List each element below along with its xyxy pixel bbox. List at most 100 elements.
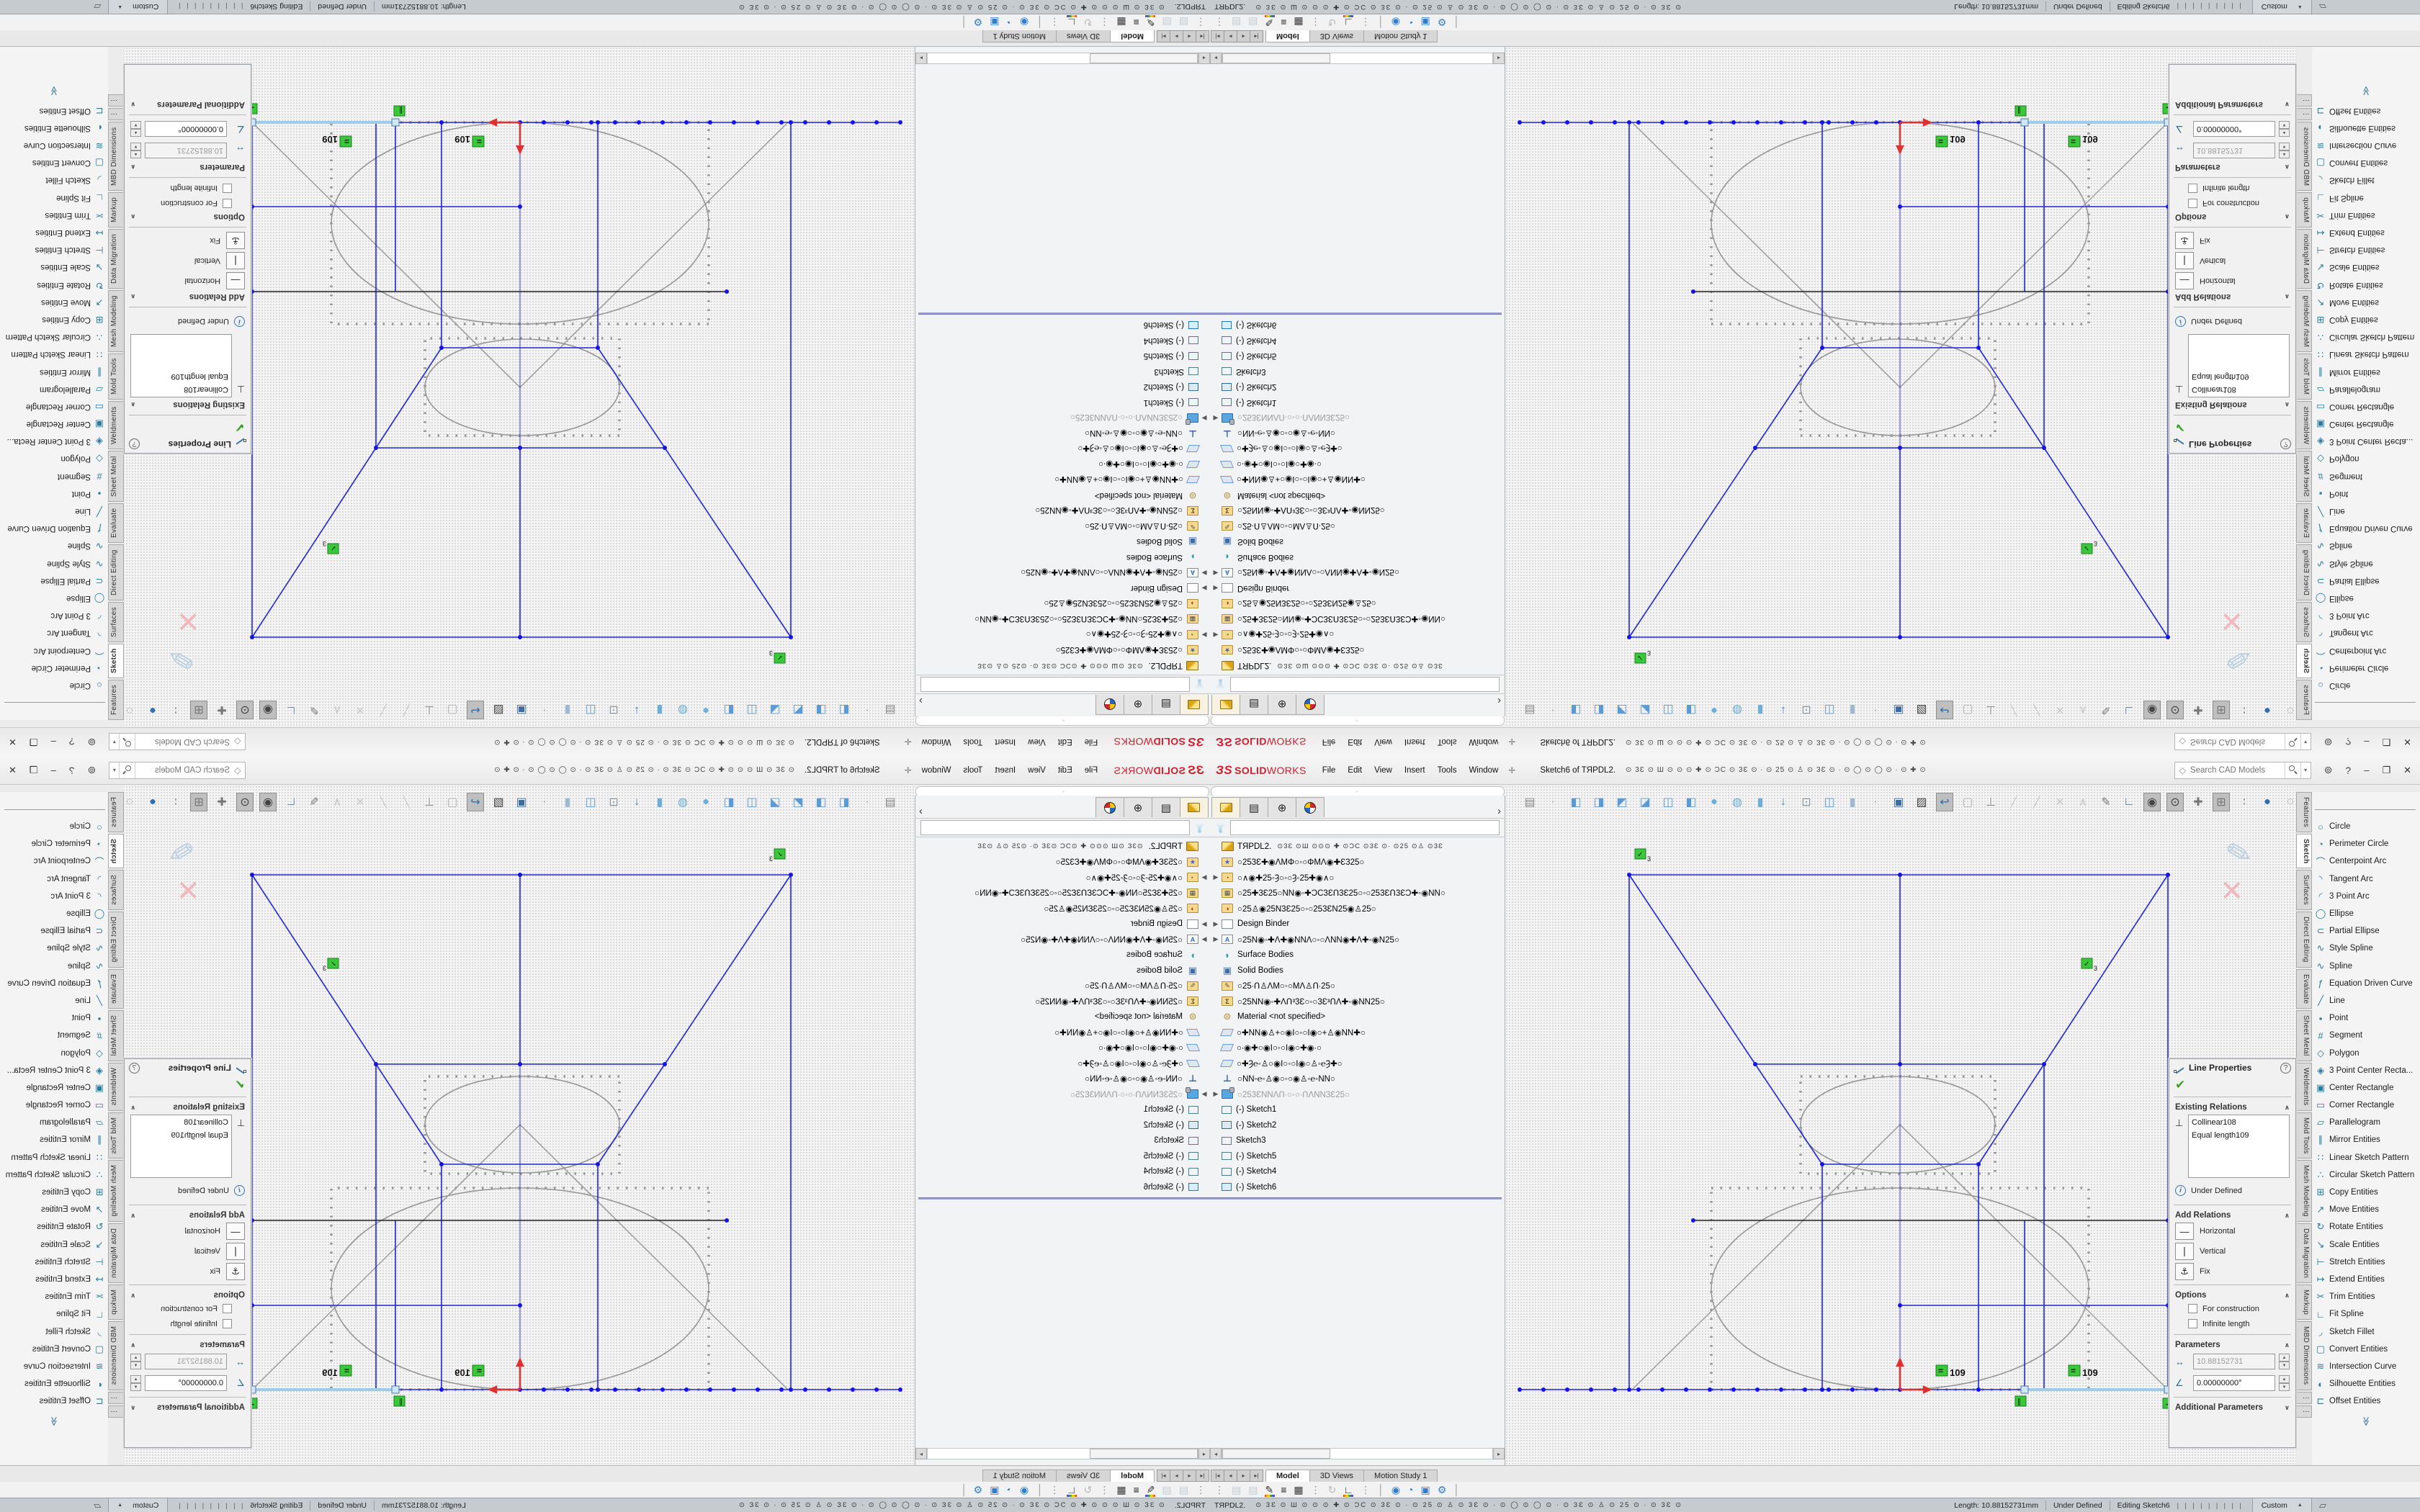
sketch-tool[interactable]: ∿ Spline <box>2312 958 2420 975</box>
tree-item[interactable]: Surface Bodies <box>916 549 1210 565</box>
sketch-points[interactable] <box>1518 873 2170 1392</box>
toolbar-icon[interactable]: ✕ <box>351 793 369 811</box>
sketch-tool[interactable]: ◈ 3 Point Center Recta... <box>2312 1062 2420 1079</box>
commandmanager-tab[interactable]: Mold Tools <box>108 1112 124 1159</box>
toolbar-icon[interactable]: ● <box>1706 701 1723 719</box>
toolbar-icon[interactable]: ∙ <box>859 793 876 811</box>
sketch-tool[interactable]: ◝ Tangent Arc <box>2312 624 2420 642</box>
toolbar-icon[interactable]: ◉ <box>2143 701 2161 719</box>
more-tools-chevron[interactable]: ≫ <box>2360 1367 2372 1475</box>
tree-item[interactable]: (-) Sketch5 <box>916 348 1210 364</box>
tab-featuremanager[interactable] <box>1180 797 1209 817</box>
toolbar-icon[interactable]: ⊥ <box>1982 701 1999 719</box>
toolbar-icon[interactable]: ╱ <box>375 793 392 811</box>
toolbar-icon[interactable]: ◫ <box>582 793 599 811</box>
line-endpoint-handle[interactable] <box>2021 1386 2028 1393</box>
section-additional-parameters[interactable]: Additional Parameters∨ <box>2169 1400 2295 1413</box>
toolbar-icon[interactable]: ◩ <box>789 793 807 811</box>
option-row[interactable]: For construction <box>125 196 251 211</box>
sketch-tool[interactable]: # Segment <box>0 468 108 485</box>
strip-icon[interactable]: ◉ <box>1392 1485 1400 1495</box>
toolbar-icon[interactable]: ✚ <box>2190 701 2207 719</box>
document-tab[interactable]: 3D Views <box>1309 30 1364 42</box>
tab-nav-button[interactable]: ▸| <box>1250 1470 1263 1482</box>
sketch-tool[interactable]: ◯ Ellipse <box>2312 905 2420 922</box>
toolbar-icon[interactable]: ∙ <box>859 701 876 719</box>
toolbar-icon[interactable]: ● <box>697 793 714 811</box>
add-relation-button[interactable]: — Horizontal <box>125 1221 251 1241</box>
tab-displaymanager[interactable] <box>1095 695 1124 715</box>
sketch-tool[interactable]: ∷ Linear Sketch Pattern <box>2312 346 2420 363</box>
relation-button-icon[interactable]: ⚓ <box>2175 232 2194 249</box>
strip-icon[interactable]: ▤ <box>1248 17 1258 27</box>
commandmanager-tab[interactable]: Mold Tools <box>108 354 124 400</box>
strip-icon[interactable]: ↻ <box>1328 17 1337 27</box>
search-input[interactable] <box>2189 765 2285 775</box>
tree-horizontal-scrollbar[interactable]: ◂ ▸ <box>1210 53 1505 64</box>
menu-item[interactable]: View <box>1028 738 1046 747</box>
units-dropdown-arrow[interactable]: ▲ <box>2298 1503 2303 1508</box>
commandmanager-tab[interactable]: Direct Editing <box>108 912 124 968</box>
restore-button[interactable]: ❐ <box>30 737 38 748</box>
splitter-handle[interactable]: ◦ <box>1062 717 1065 724</box>
sketch-tool[interactable]: ◜ 3 Point Arc <box>0 607 108 624</box>
more-tools-chevron[interactable]: ≫ <box>48 37 60 145</box>
close-button[interactable]: ✕ <box>2403 765 2411 776</box>
tree-item[interactable]: Surface Bodies <box>1210 948 1504 963</box>
tree-item[interactable]: ○25✚3Ɛ25○ΝΝ◉◦✚ƆϹ3ƐՈ3Ɛ25○◦○253ƐՈ3ƐϽ✚◦◉ΝΝ○ <box>1210 886 1504 901</box>
sketch-tool[interactable]: ▱ Parallelogram <box>0 381 108 398</box>
collapse-icon[interactable]: ∧ <box>2285 213 2290 221</box>
sketch-tool[interactable]: ∟ Fit Spline <box>2312 189 2420 207</box>
tag-icon[interactable]: ▱ <box>2319 1 2326 13</box>
commandmanager-tab[interactable]: Markup <box>2296 192 2312 228</box>
tree-item[interactable]: ○✚ΝΝ◉♙+○◉Ι○◦○Ι◉○+♙◉ΝΝ✚○ <box>1210 1025 1504 1040</box>
angle-field[interactable]: 0.00000000° <box>2193 121 2275 137</box>
tree-item[interactable]: ○25ΝΝ◉◦✚ɅՈ³3Ɛ○◦○3Ɛ³ՈɅ✚◦◉ΝΝ25○ <box>916 503 1210 519</box>
sketch-tool[interactable]: ▱ Parallelogram <box>2312 381 2420 398</box>
commandmanager-tab[interactable]: Evaluate <box>108 503 124 543</box>
scrollbar-thumb[interactable] <box>1090 1449 1198 1459</box>
commandmanager-tab[interactable]: Features <box>108 792 124 832</box>
strip-icon[interactable]: ⋮ <box>1361 17 1371 27</box>
toolbar-icon[interactable]: ↩ <box>467 793 484 811</box>
sketch-tool[interactable]: ◇ Polygon <box>2312 450 2420 467</box>
strip-icon[interactable]: ⋮ <box>1196 1485 1206 1495</box>
panel-help-icon[interactable]: ? <box>2280 1063 2291 1074</box>
sketch-tool[interactable]: ▱ Parallelogram <box>0 1114 108 1131</box>
sketch-tool[interactable]: ⊢ Stretch Entities <box>0 1254 108 1271</box>
sketch-tool[interactable]: ↦ Extend Entities <box>0 224 108 241</box>
tree-root[interactable]: TЯPDL2. ⊙3Ɛ ⊙Ш ⊙⊙⊙ ✚ ⊙ƆϹ ⊙3Ɛ ⊙∙ ⊙25 ⊙♙ ⊙… <box>916 658 1210 674</box>
tab-nav-button[interactable]: |◂ <box>1211 30 1224 42</box>
commandmanager-tab[interactable]: Weldments <box>108 1063 124 1111</box>
tab-nav-button[interactable]: ▸| <box>1250 30 1263 42</box>
toolbar-icon[interactable]: ◍ <box>674 701 691 719</box>
strip-icon[interactable]: ⋮ <box>1049 1485 1059 1495</box>
pin-icon[interactable]: ✛ <box>905 765 912 775</box>
tree-item[interactable]: (-) Sketch1 <box>916 1102 1210 1118</box>
angle-spinner[interactable]: ▲▼ <box>2279 1375 2290 1391</box>
sketch-tool[interactable]: ⊢ Stretch Entities <box>2312 1254 2420 1271</box>
menu-item[interactable]: Edit <box>1058 766 1072 775</box>
option-row[interactable]: For construction <box>125 1301 251 1316</box>
tree-filter-input[interactable] <box>1230 820 1500 835</box>
tab-nav-button[interactable]: ◂ <box>1183 1470 1196 1482</box>
tree-item[interactable]: ▶ ○∧◉✚25◦Ȝ○◦○Ȝ◦25✚◉∧○ <box>1210 627 1504 643</box>
document-tab[interactable]: Model <box>1265 1470 1310 1482</box>
menu-item[interactable]: Insert <box>995 738 1016 747</box>
sketch-tool[interactable]: ↻ Rotate Entities <box>0 1218 108 1236</box>
sketch-points[interactable] <box>1518 120 2170 639</box>
commandmanager-tab[interactable]: Features <box>2296 792 2312 832</box>
splitter-handle[interactable]: ◦ <box>1355 717 1358 724</box>
expand-icon[interactable]: ∨ <box>2285 101 2290 109</box>
tree-root[interactable]: TЯPDL2. ⊙3Ɛ ⊙Ш ⊙⊙⊙ ✚ ⊙ƆϹ ⊙3Ɛ ⊙∙ ⊙25 ⊙♙ ⊙… <box>1210 839 1504 855</box>
sketch-tool[interactable]: ↻ Rotate Entities <box>0 276 108 294</box>
tab-nav-button[interactable]: ◂ <box>1224 30 1237 42</box>
relation-badges[interactable]: ✓ 3 ✓ 3 = 109 = 109 ∥ ✓ 3 <box>241 849 785 1412</box>
sketch-tool[interactable]: ◝ Tangent Arc <box>0 870 108 888</box>
toolbar-icon[interactable]: ◨ <box>1590 793 1608 811</box>
toolbar-icon[interactable]: ◫ <box>1821 701 1838 719</box>
sketch-tool[interactable]: ∷ Linear Sketch Pattern <box>0 1149 108 1166</box>
tree-root[interactable]: TЯPDL2. ⊙3Ɛ ⊙Ш ⊙⊙⊙ ✚ ⊙ƆϹ ⊙3Ɛ ⊙∙ ⊙25 ⊙♙ ⊙… <box>916 839 1210 855</box>
tab-nav-button[interactable]: ▸ <box>1170 1470 1183 1482</box>
commandmanager-tab[interactable]: MBD Dimensions <box>2296 122 2312 190</box>
